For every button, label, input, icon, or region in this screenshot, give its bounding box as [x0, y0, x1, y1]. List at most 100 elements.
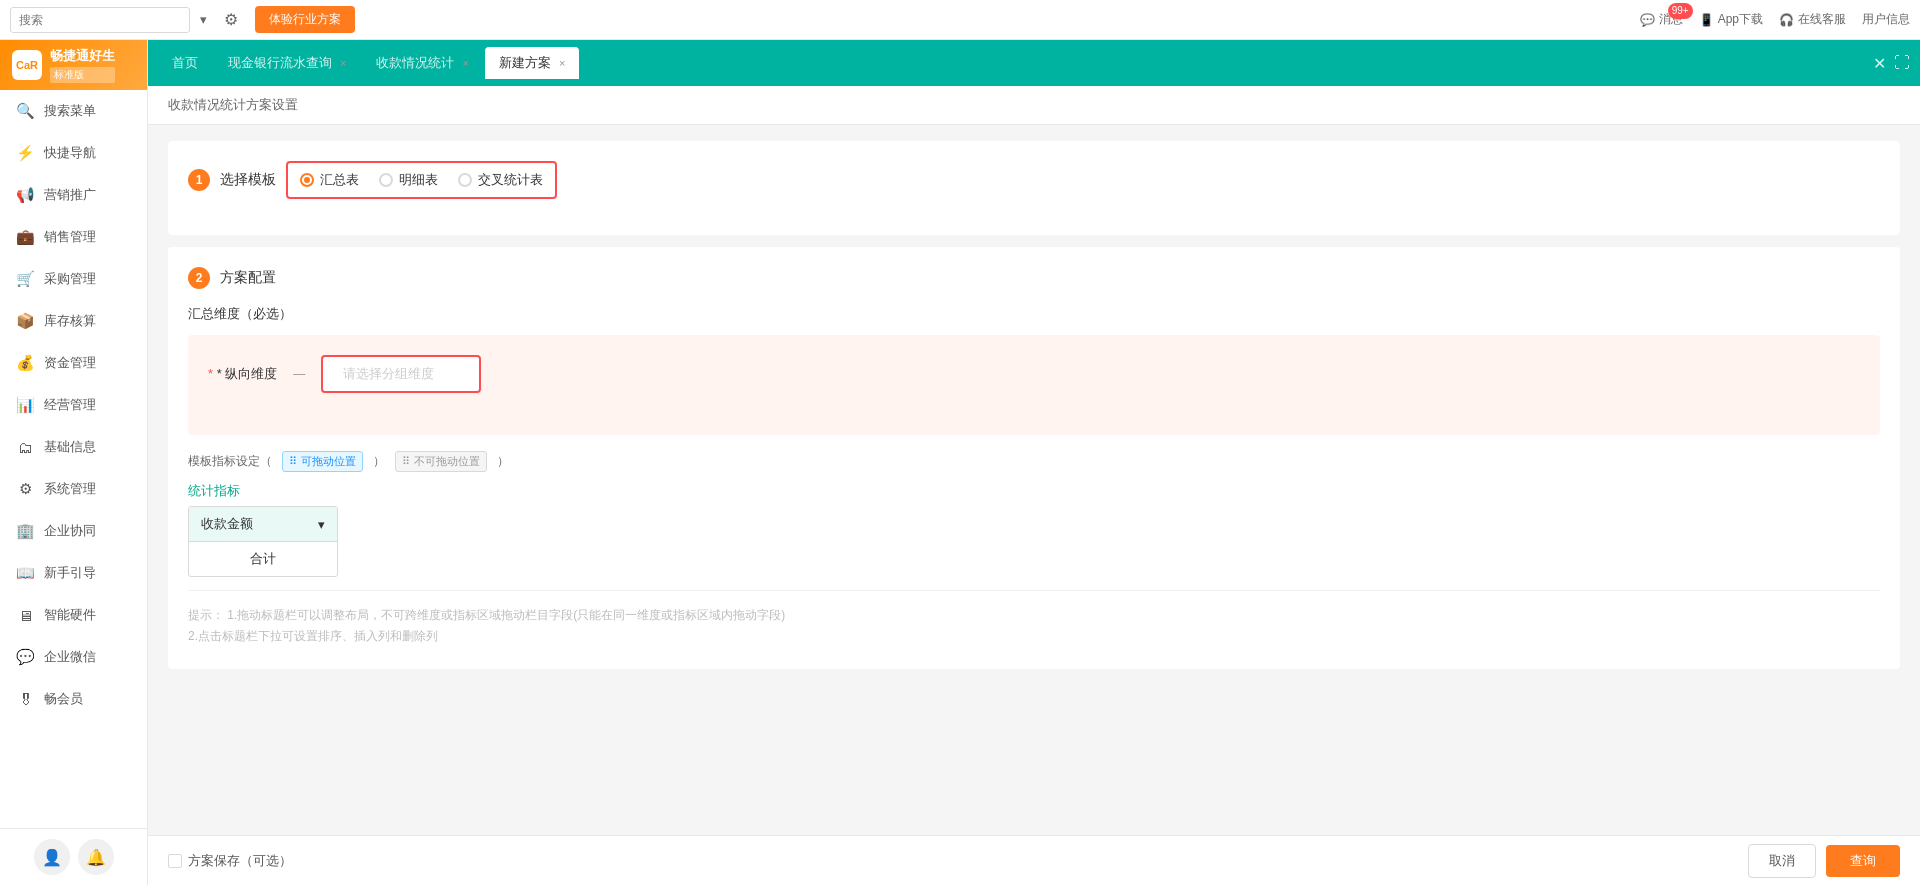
- quick-nav-icon: ⚡: [16, 144, 34, 162]
- search-menu-icon: 🔍: [16, 102, 34, 120]
- sidebar-item-guide[interactable]: 📖 新手引导: [0, 552, 147, 594]
- sidebar-item-hardware[interactable]: 🖥 智能硬件: [0, 594, 147, 636]
- radio-cross-label: 交叉统计表: [478, 171, 543, 189]
- sidebar-item-label: 企业协同: [44, 522, 96, 540]
- guide-icon: 📖: [16, 564, 34, 582]
- sidebar-bottom-btn2[interactable]: 🔔: [78, 839, 114, 875]
- service-icon: 🎧: [1779, 13, 1794, 27]
- sidebar-bottom: 👤 🔔: [0, 828, 147, 885]
- tab-receivables-close[interactable]: ×: [462, 57, 468, 69]
- hint-line-1: 提示： 1.拖动标题栏可以调整布局，不可跨维度或指标区域拖动栏目字段(只能在同一…: [188, 607, 1880, 624]
- logo-area: CaR 畅捷通好生 标准版: [0, 40, 147, 90]
- message-item[interactable]: 💬 消息 99+: [1640, 11, 1683, 28]
- metrics-table-header[interactable]: 收款金额 ▾: [189, 507, 337, 542]
- basic-info-icon: 🗂: [16, 439, 34, 456]
- tab-receivables-label: 收款情况统计: [376, 54, 454, 72]
- sidebar-item-label: 搜索菜单: [44, 102, 96, 120]
- sidebar-item-purchase[interactable]: 🛒 采购管理: [0, 258, 147, 300]
- sidebar-item-finance[interactable]: 💰 资金管理: [0, 342, 147, 384]
- tab-newplan[interactable]: 新建方案 ×: [485, 47, 579, 79]
- metrics-col-dropdown-icon[interactable]: ▾: [318, 517, 325, 532]
- save-label: 方案保存（可选）: [188, 852, 292, 870]
- tab-receivables[interactable]: 收款情况统计 ×: [362, 47, 482, 79]
- save-option: 方案保存（可选）: [168, 852, 292, 870]
- content-area: 收款情况统计方案设置 1 选择模板 汇总表: [148, 86, 1920, 835]
- metrics-separator: ）: [373, 453, 385, 470]
- radio-cross[interactable]: 交叉统计表: [458, 171, 543, 189]
- dimension-select[interactable]: 请选择分组维度: [321, 355, 481, 393]
- required-star: *: [208, 366, 213, 381]
- member-icon: 🎖: [16, 691, 34, 708]
- sidebar-item-enterprise[interactable]: 🏢 企业协同: [0, 510, 147, 552]
- radio-detail[interactable]: 明细表: [379, 171, 438, 189]
- tab-home-label: 首页: [172, 54, 198, 72]
- tab-newplan-close[interactable]: ×: [559, 57, 565, 69]
- sidebar-item-search[interactable]: 🔍 搜索菜单: [0, 90, 147, 132]
- top-bar-right: 💬 消息 99+ 📱 App下载 🎧 在线客服 用户信息: [1640, 11, 1910, 28]
- sidebar-item-member[interactable]: 🎖 畅会员: [0, 678, 147, 720]
- operations-icon: 📊: [16, 396, 34, 414]
- sidebar-item-operations[interactable]: 📊 经营管理: [0, 384, 147, 426]
- metrics-title-text: 模板指标设定（: [188, 453, 272, 470]
- app-container: CaR 畅捷通好生 标准版 🔍 搜索菜单 ⚡ 快捷导航 📢 营销推广 💼 销售管…: [0, 40, 1920, 885]
- tab-cashflow-label: 现金银行流水查询: [228, 54, 332, 72]
- radio-detail-circle: [379, 173, 393, 187]
- save-checkbox[interactable]: [168, 854, 182, 868]
- radio-cross-circle: [458, 173, 472, 187]
- service-label: 在线客服: [1798, 11, 1846, 28]
- divider: [188, 590, 1880, 591]
- tab-cashflow[interactable]: 现金银行流水查询 ×: [214, 47, 360, 79]
- metrics-grid: 统计指标 收款金额 ▾ 合计: [188, 482, 1880, 580]
- sidebar-item-sales[interactable]: 💼 销售管理: [0, 216, 147, 258]
- sidebar-item-label: 库存核算: [44, 312, 96, 330]
- tab-maximize-icon[interactable]: ⛶: [1894, 54, 1910, 73]
- tab-cashflow-close[interactable]: ×: [340, 57, 346, 69]
- sidebar-item-label: 企业微信: [44, 648, 96, 666]
- radio-detail-label: 明细表: [399, 171, 438, 189]
- message-badge: 99+: [1668, 3, 1693, 19]
- sidebar-item-label: 销售管理: [44, 228, 96, 246]
- vertical-dim-text: * 纵向维度: [217, 366, 278, 381]
- cancel-button[interactable]: 取消: [1748, 844, 1816, 878]
- radio-summary-circle: [300, 173, 314, 187]
- sidebar-item-label: 智能硬件: [44, 606, 96, 624]
- top-bar-left: ▾ ⚙ 体验行业方案: [10, 6, 355, 34]
- metrics-table-cell: 合计: [189, 542, 337, 576]
- radio-summary[interactable]: 汇总表: [300, 171, 359, 189]
- step2-header: 2 方案配置: [188, 267, 1880, 289]
- service-item[interactable]: 🎧 在线客服: [1779, 11, 1846, 28]
- sales-icon: 💼: [16, 228, 34, 246]
- bracket-close: ）: [497, 453, 509, 470]
- tab-home[interactable]: 首页: [158, 47, 212, 79]
- step2-title: 方案配置: [220, 269, 276, 287]
- sidebar-item-label: 基础信息: [44, 438, 96, 456]
- sidebar-item-system[interactable]: ⚙ 系统管理: [0, 468, 147, 510]
- finance-icon: 💰: [16, 354, 34, 372]
- hint-line-2: 2.点击标题栏下拉可设置排序、插入列和删除列: [188, 628, 1880, 645]
- sidebar-item-marketing[interactable]: 📢 营销推广: [0, 174, 147, 216]
- sidebar-bottom-btn1[interactable]: 👤: [34, 839, 70, 875]
- sidebar-item-inventory[interactable]: 📦 库存核算: [0, 300, 147, 342]
- download-label: App下载: [1718, 11, 1763, 28]
- step2-badge: 2: [188, 267, 210, 289]
- search-input[interactable]: [10, 7, 190, 33]
- top-bar: ▾ ⚙ 体验行业方案 💬 消息 99+ 📱 App下载 🎧 在线客服 用户信息: [0, 0, 1920, 40]
- page-header: 收款情况统计方案设置: [148, 86, 1920, 125]
- dimension-arrow: —: [293, 367, 305, 381]
- logo-badge: 标准版: [50, 67, 115, 83]
- download-item[interactable]: 📱 App下载: [1699, 11, 1763, 28]
- sidebar-item-quicknav[interactable]: ⚡ 快捷导航: [0, 132, 147, 174]
- sidebar-item-basic[interactable]: 🗂 基础信息: [0, 426, 147, 468]
- main-area: 首页 现金银行流水查询 × 收款情况统计 × 新建方案 × ✕ ⛶ 收: [148, 40, 1920, 885]
- non-draggable-label: 不可拖动位置: [414, 454, 480, 469]
- industry-btn[interactable]: 体验行业方案: [255, 6, 355, 33]
- query-button[interactable]: 查询: [1826, 845, 1900, 877]
- dropdown-toggle[interactable]: ▾: [200, 12, 207, 27]
- hint-section: 提示： 1.拖动标题栏可以调整布局，不可跨维度或指标区域拖动栏目字段(只能在同一…: [188, 607, 1880, 645]
- template-selector: 汇总表 明细表 交叉统计表: [286, 161, 557, 199]
- settings-icon[interactable]: ⚙: [217, 6, 245, 34]
- sidebar-item-wechat[interactable]: 💬 企业微信: [0, 636, 147, 678]
- tab-bar: 首页 现金银行流水查询 × 收款情况统计 × 新建方案 × ✕ ⛶: [148, 40, 1920, 86]
- tab-close-window-icon[interactable]: ✕: [1873, 54, 1886, 73]
- user-info[interactable]: 用户信息: [1862, 11, 1910, 28]
